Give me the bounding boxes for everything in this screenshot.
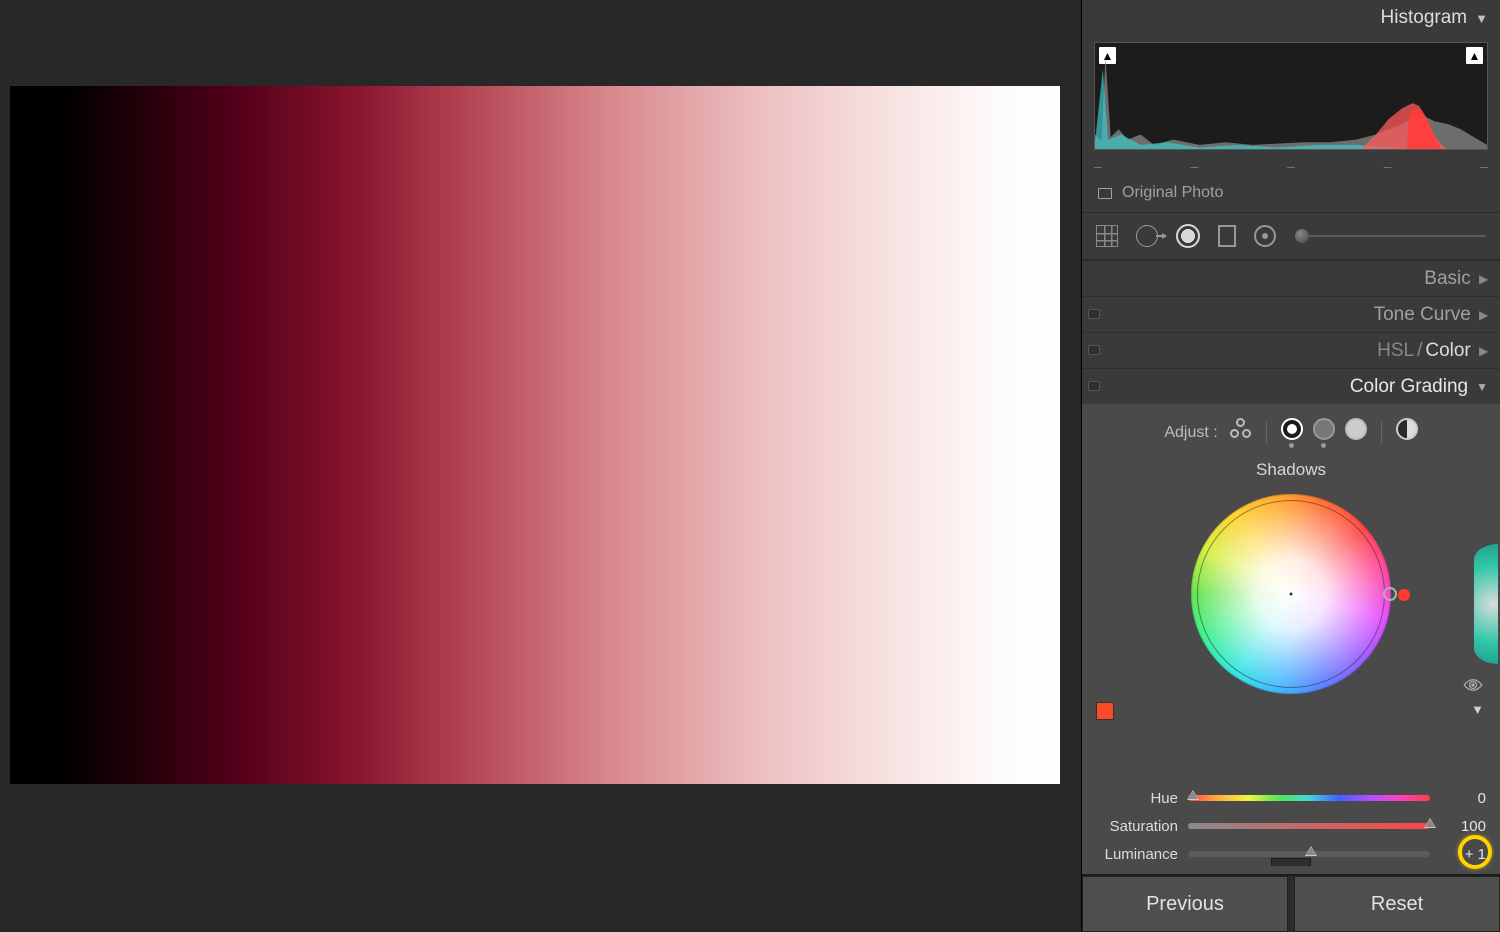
- global-wheel-icon: [1396, 418, 1418, 440]
- adjust-shadows-button[interactable]: [1281, 418, 1303, 448]
- image-preview-area[interactable]: [0, 0, 1082, 932]
- adjust-global-button[interactable]: [1396, 418, 1418, 448]
- separator: /: [1417, 340, 1422, 362]
- luminance-value[interactable]: + 1: [1440, 846, 1486, 863]
- adjust-mode-row: Adjust :: [1096, 418, 1486, 448]
- chevron-down-icon: ▼: [1476, 380, 1488, 394]
- adjacent-wheel-peek[interactable]: [1474, 544, 1498, 664]
- saturation-value[interactable]: 100: [1440, 818, 1486, 835]
- color-wheel-handle[interactable]: [1383, 587, 1397, 601]
- checkbox-icon: [1098, 188, 1112, 199]
- chevron-down-icon[interactable]: ▼: [1471, 702, 1484, 717]
- masking-tool-icon[interactable]: [1176, 224, 1200, 248]
- aspect-tool-icon[interactable]: [1218, 225, 1236, 247]
- chevron-left-icon: ◀: [1479, 272, 1488, 286]
- adjust-highlights-button[interactable]: [1345, 418, 1367, 448]
- original-photo-label: Original Photo: [1122, 184, 1223, 202]
- luminance-slider[interactable]: [1188, 851, 1430, 857]
- adjust-label: Adjust :: [1164, 424, 1217, 442]
- bottom-button-bar: Previous Reset: [1082, 874, 1500, 932]
- shadows-wheel-icon: [1281, 418, 1303, 440]
- basic-label: Basic: [1424, 268, 1470, 290]
- previous-button[interactable]: Previous: [1082, 876, 1288, 932]
- hue-slider[interactable]: [1188, 795, 1430, 801]
- panel-switch-icon[interactable]: [1088, 345, 1100, 355]
- previous-label: Previous: [1146, 893, 1224, 916]
- crop-tool-icon[interactable]: [1096, 225, 1118, 247]
- hue-slider-row: Hue 0: [1096, 784, 1486, 812]
- separator: [1266, 422, 1267, 444]
- separator: [1381, 422, 1382, 444]
- healing-tool-icon[interactable]: [1136, 225, 1158, 247]
- range-name: Shadows: [1096, 460, 1486, 480]
- color-grading-panel: Adjust : Shadows: [1082, 404, 1500, 886]
- saturation-slider[interactable]: [1188, 823, 1430, 829]
- histogram-graph: [1095, 43, 1487, 150]
- saturation-label: Saturation: [1096, 818, 1178, 835]
- tone-curve-section-header[interactable]: Tone Curve ◀: [1082, 296, 1500, 332]
- chevron-left-icon: ◀: [1479, 308, 1488, 322]
- luminance-label: Luminance: [1096, 846, 1178, 863]
- color-wheel-sat-ring[interactable]: [1197, 500, 1385, 688]
- tone-curve-label: Tone Curve: [1374, 304, 1471, 326]
- hue-value[interactable]: 0: [1440, 790, 1486, 807]
- redeye-tool-icon[interactable]: [1254, 225, 1276, 247]
- slider-thumb[interactable]: [1187, 790, 1199, 804]
- hsl-label[interactable]: HSL: [1377, 340, 1414, 362]
- basic-section-header[interactable]: Basic ◀: [1082, 260, 1500, 296]
- chevron-left-icon: ◀: [1479, 344, 1488, 358]
- chevron-down-icon: ▼: [1475, 11, 1488, 26]
- develop-panel: Histogram ▼ ▲ ▲ – – – – – Original Photo…: [1082, 0, 1500, 932]
- panel-switch-icon[interactable]: [1088, 381, 1100, 391]
- adjust-midtones-button[interactable]: [1313, 418, 1335, 448]
- color-grading-section-header[interactable]: Color Grading ▼: [1082, 368, 1500, 404]
- saturation-slider-row: Saturation 100: [1096, 812, 1486, 840]
- color-label[interactable]: Color: [1425, 340, 1470, 362]
- preview-image: [10, 86, 1060, 784]
- color-grading-sliders: Hue 0 Saturation 100 Luminance + 1: [1096, 738, 1486, 868]
- original-photo-toggle[interactable]: Original Photo: [1082, 174, 1500, 212]
- toolstrip: [1082, 212, 1500, 260]
- color-wheel-hue-marker[interactable]: [1398, 589, 1410, 601]
- midtones-wheel-icon: [1313, 418, 1335, 440]
- histogram[interactable]: ▲ ▲: [1094, 42, 1488, 150]
- visibility-toggle-icon[interactable]: [1462, 678, 1484, 692]
- color-grading-label: Color Grading: [1350, 376, 1468, 398]
- reset-label: Reset: [1371, 893, 1423, 916]
- slider-thumb[interactable]: [1424, 818, 1436, 832]
- reset-button[interactable]: Reset: [1294, 876, 1500, 932]
- hue-label: Hue: [1096, 790, 1178, 807]
- color-swatch[interactable]: [1096, 702, 1114, 720]
- highlights-wheel-icon: [1345, 418, 1367, 440]
- histogram-region-labels: – – – – –: [1082, 158, 1500, 174]
- histogram-header[interactable]: Histogram ▼: [1082, 0, 1500, 36]
- adjust-3way-button[interactable]: [1230, 418, 1252, 448]
- hsl-color-section-header[interactable]: HSL / Color ◀: [1082, 332, 1500, 368]
- histogram-title: Histogram: [1381, 7, 1468, 29]
- panel-switch-icon[interactable]: [1088, 309, 1100, 319]
- tool-amount-slider[interactable]: [1298, 235, 1486, 237]
- panel-resize-handle[interactable]: [1271, 858, 1311, 866]
